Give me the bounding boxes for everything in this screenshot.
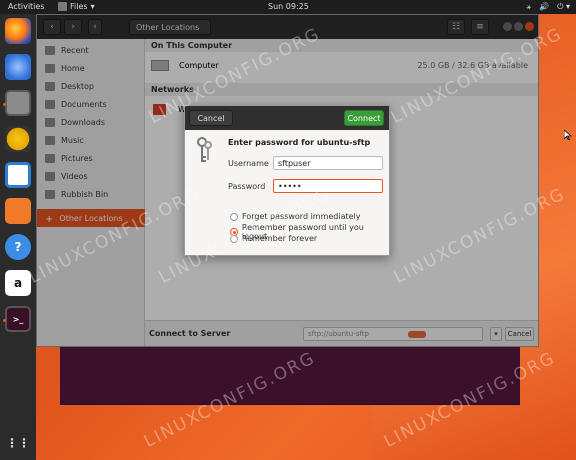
radio-button: [230, 212, 238, 221]
password-label: Password: [228, 182, 266, 191]
activities-button[interactable]: Activities: [8, 2, 45, 11]
mouse-pointer-icon: [563, 129, 573, 143]
dialog-connect-button[interactable]: Connect: [344, 110, 384, 126]
radio-remember-forever[interactable]: Remember forever: [230, 234, 317, 243]
radio-label: Remember forever: [242, 234, 318, 243]
top-bar: Activities Files ▾ Sun 09:25 ⚹ 🔊 ⏻ ▾: [0, 0, 576, 14]
amazon-icon[interactable]: a: [5, 270, 31, 296]
username-field[interactable]: sftpuser: [273, 156, 383, 170]
help-icon[interactable]: ?: [5, 234, 31, 260]
dialog-title: Enter password for ubuntu-sftp: [228, 138, 371, 147]
rhythmbox-icon[interactable]: [5, 126, 31, 152]
background-window: [60, 345, 520, 405]
username-label: Username: [228, 159, 269, 168]
terminal-icon[interactable]: >_: [3, 306, 31, 332]
dialog-header: Cancel Connect: [185, 106, 389, 130]
dock: ? a >_ ⋮⋮: [0, 14, 36, 460]
files-icon[interactable]: [3, 90, 31, 116]
radio-button: [230, 234, 238, 243]
software-icon[interactable]: [5, 198, 31, 224]
radio-forget-password[interactable]: Forget password immediately: [230, 212, 361, 221]
system-tray[interactable]: ⚹ 🔊 ⏻ ▾: [526, 2, 570, 12]
writer-icon[interactable]: [5, 162, 31, 188]
files-app-icon: [58, 2, 67, 11]
volume-icon: 🔊: [539, 2, 550, 11]
password-field[interactable]: •••••: [273, 179, 383, 193]
app-menu[interactable]: Files ▾: [58, 2, 95, 11]
firefox-icon[interactable]: [5, 18, 31, 44]
show-applications-icon[interactable]: ⋮⋮: [5, 430, 31, 456]
keys-icon: [197, 136, 213, 166]
dialog-cancel-button[interactable]: Cancel: [189, 110, 233, 126]
radio-label: Forget password immediately: [242, 212, 361, 221]
app-name: Files: [70, 2, 88, 11]
chevron-down-icon: ▾: [90, 2, 95, 11]
clock[interactable]: Sun 09:25: [268, 2, 309, 11]
password-dialog: Cancel Connect Enter password for ubuntu…: [184, 105, 390, 256]
thunderbird-icon[interactable]: [5, 54, 31, 80]
power-icon: ⏻ ▾: [557, 2, 570, 11]
network-icon: ⚹: [526, 2, 532, 11]
